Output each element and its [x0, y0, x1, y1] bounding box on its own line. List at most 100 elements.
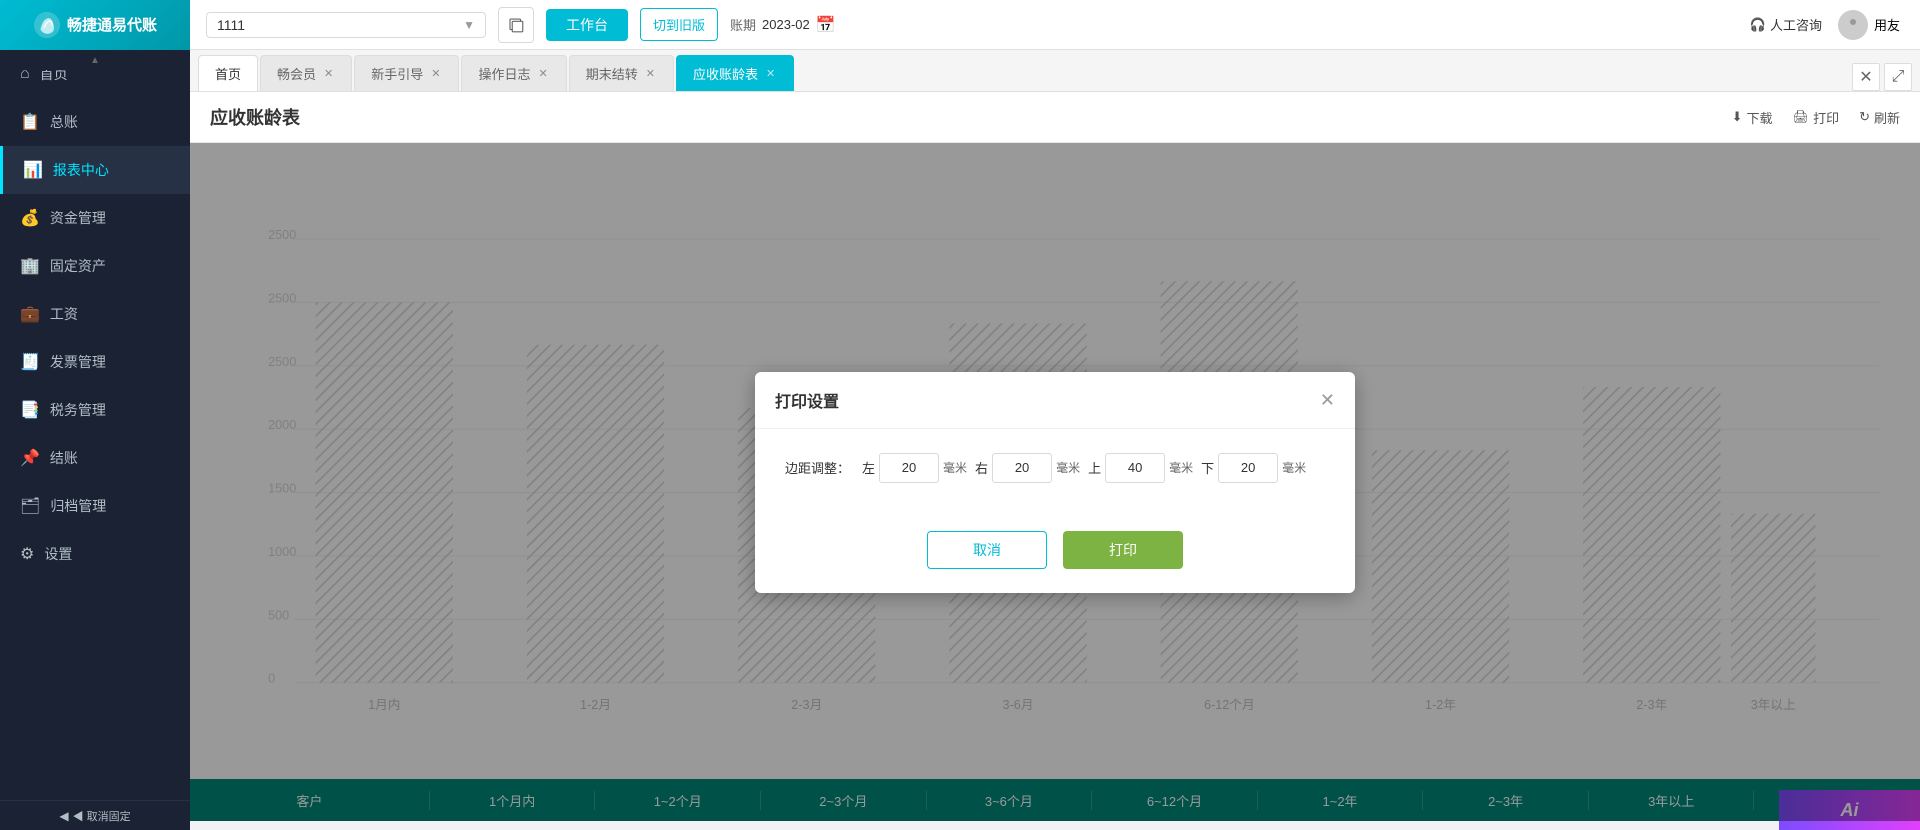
sidebar-label-ledger: 总账: [50, 112, 78, 132]
tab-label-aging: 应收账龄表: [693, 64, 758, 83]
tab-close-aging[interactable]: ✕: [764, 66, 777, 81]
sidebar-label-funds: 资金管理: [50, 208, 106, 228]
margin-right-unit: 毫米: [1056, 459, 1080, 476]
margin-left-label: 左: [862, 458, 875, 477]
margin-group: 左 毫米 右 毫米: [862, 453, 1306, 483]
user-icon: [1844, 16, 1862, 34]
dropdown-arrow-icon: ▼: [463, 18, 475, 32]
tab-closing[interactable]: 期末结转 ✕: [569, 55, 674, 91]
tab-expand-btn[interactable]: ⤢: [1884, 63, 1912, 91]
tab-label-log: 操作日志: [478, 64, 530, 83]
sidebar-item-archive[interactable]: 🗂 归档管理: [0, 482, 190, 530]
sidebar-collapse-btn[interactable]: ◀ ◀ 取消固定: [0, 800, 190, 830]
assets-icon: 🏢: [20, 256, 40, 276]
reports-icon: 📊: [23, 160, 43, 180]
sidebar-item-settings[interactable]: ⚙ 设置: [0, 530, 190, 578]
dialog-close-btn[interactable]: ✕: [1320, 391, 1335, 409]
margin-bottom-unit: 毫米: [1282, 459, 1306, 476]
period-value: 2023-02: [762, 17, 810, 32]
consult-button[interactable]: 🎧 人工咨询: [1750, 15, 1822, 34]
sidebar-label-payroll: 工资: [50, 304, 78, 324]
margin-right-input[interactable]: [992, 453, 1052, 483]
margin-bottom-label: 下: [1201, 458, 1214, 477]
tab-close-closing[interactable]: ✕: [644, 66, 657, 81]
sidebar-item-payroll[interactable]: 💼 工资: [0, 290, 190, 338]
margin-top-input[interactable]: [1105, 453, 1165, 483]
payroll-icon: 💼: [20, 304, 40, 324]
page-content: 应收账龄表 ⬇ 下载 🖨 打印 ↻ 刷新: [190, 92, 1920, 830]
tax-icon: 📑: [20, 400, 40, 420]
company-selector[interactable]: 1111 ▼: [206, 12, 486, 38]
sidebar-item-invoice[interactable]: 🧾 发票管理: [0, 338, 190, 386]
tab-aging[interactable]: 应收账龄表 ✕: [676, 55, 794, 91]
refresh-label: 刷新: [1874, 108, 1900, 127]
refresh-button[interactable]: ↻ 刷新: [1859, 108, 1900, 127]
margin-bottom-input[interactable]: [1218, 453, 1278, 483]
margin-left-item: 左 毫米: [862, 453, 967, 483]
tab-label-member: 畅会员: [277, 64, 316, 83]
invoice-icon: 🧾: [20, 352, 40, 372]
print-button[interactable]: 🖨 打印: [1793, 108, 1840, 127]
tab-close-guide[interactable]: ✕: [429, 66, 442, 81]
tab-label-guide: 新手引导: [371, 64, 423, 83]
print-confirm-button[interactable]: 打印: [1063, 531, 1183, 569]
tab-label-home: 首页: [215, 64, 241, 83]
dialog-header: 打印设置 ✕: [755, 372, 1355, 429]
user-name: 用友: [1874, 15, 1900, 34]
dialog-title: 打印设置: [775, 388, 839, 412]
tab-home[interactable]: 首页: [198, 55, 258, 91]
sidebar-label-archive: 归档管理: [50, 496, 106, 516]
sidebar-scroll-up[interactable]: ▲: [0, 50, 190, 70]
collapse-arrow-icon: ◀: [59, 809, 68, 823]
sidebar-item-ledger[interactable]: 📋 总账: [0, 98, 190, 146]
margin-top-label: 上: [1088, 458, 1101, 477]
avatar: [1838, 10, 1868, 40]
sidebar-label-assets: 固定资产: [50, 256, 106, 276]
download-label: 下载: [1747, 108, 1773, 127]
tab-log[interactable]: 操作日志 ✕: [461, 55, 566, 91]
page-title: 应收账龄表: [210, 104, 300, 130]
cancel-button[interactable]: 取消: [927, 531, 1047, 569]
funds-icon: 💰: [20, 208, 40, 228]
period-area: 账期 2023-02 📅: [730, 15, 836, 35]
archive-icon: 🗂: [20, 496, 40, 516]
modal-overlay: 打印设置 ✕ 边距调整： 左 毫米: [190, 143, 1920, 821]
logo-icon: [33, 11, 61, 39]
print-settings-dialog: 打印设置 ✕ 边距调整： 左 毫米: [755, 372, 1355, 593]
tab-guide[interactable]: 新手引导 ✕: [354, 55, 459, 91]
sidebar-label-invoice: 发票管理: [50, 352, 106, 372]
top-header: 畅捷通易代账 1111 ▼ 工作台 切到旧版 账期 2023-02 📅 🎧 人工…: [0, 0, 1920, 50]
sidebar: ▲ ⌂ 首页 📋 总账 📊 报表中心 💰 资金管理 🏢 固定资产 💼 工资 🧾 …: [0, 50, 190, 830]
margin-form-row: 边距调整： 左 毫米 右: [785, 453, 1325, 483]
tab-label-closing: 期末结转: [586, 64, 638, 83]
refresh-icon: ↻: [1859, 109, 1870, 125]
company-name: 1111: [217, 17, 245, 33]
user-area[interactable]: 用友: [1838, 10, 1900, 40]
sidebar-item-assets[interactable]: 🏢 固定资产: [0, 242, 190, 290]
sidebar-label-reports: 报表中心: [53, 160, 109, 180]
download-button[interactable]: ⬇ 下载: [1732, 108, 1773, 127]
switch-version-button[interactable]: 切到旧版: [640, 8, 718, 41]
page-header: 应收账龄表 ⬇ 下载 🖨 打印 ↻ 刷新: [190, 92, 1920, 143]
tab-actions: ✕ ⤢: [1852, 63, 1912, 91]
consult-label: 人工咨询: [1770, 15, 1822, 34]
margin-left-unit: 毫米: [943, 459, 967, 476]
tab-close-log[interactable]: ✕: [537, 66, 550, 81]
tab-member[interactable]: 畅会员 ✕: [260, 55, 352, 91]
tab-close-all-btn[interactable]: ✕: [1852, 63, 1880, 91]
collapse-label: ◀ 取消固定: [73, 808, 131, 824]
headset-icon: 🎧: [1750, 17, 1766, 33]
sidebar-item-tax[interactable]: 📑 税务管理: [0, 386, 190, 434]
sidebar-item-funds[interactable]: 💰 资金管理: [0, 194, 190, 242]
sidebar-item-closing[interactable]: 📌 结账: [0, 434, 190, 482]
margin-left-input[interactable]: [879, 453, 939, 483]
header-center: 1111 ▼ 工作台 切到旧版 账期 2023-02 📅: [190, 7, 1750, 43]
settings-icon-btn[interactable]: [498, 7, 534, 43]
sidebar-item-reports[interactable]: 📊 报表中心: [0, 146, 190, 194]
workbench-button[interactable]: 工作台: [546, 9, 628, 41]
ledger-icon: 📋: [20, 112, 40, 132]
margin-right-item: 右 毫米: [975, 453, 1080, 483]
main-layout: ▲ ⌂ 首页 📋 总账 📊 报表中心 💰 资金管理 🏢 固定资产 💼 工资 🧾 …: [0, 50, 1920, 830]
calendar-icon[interactable]: 📅: [816, 15, 836, 35]
tab-close-member[interactable]: ✕: [322, 66, 335, 81]
